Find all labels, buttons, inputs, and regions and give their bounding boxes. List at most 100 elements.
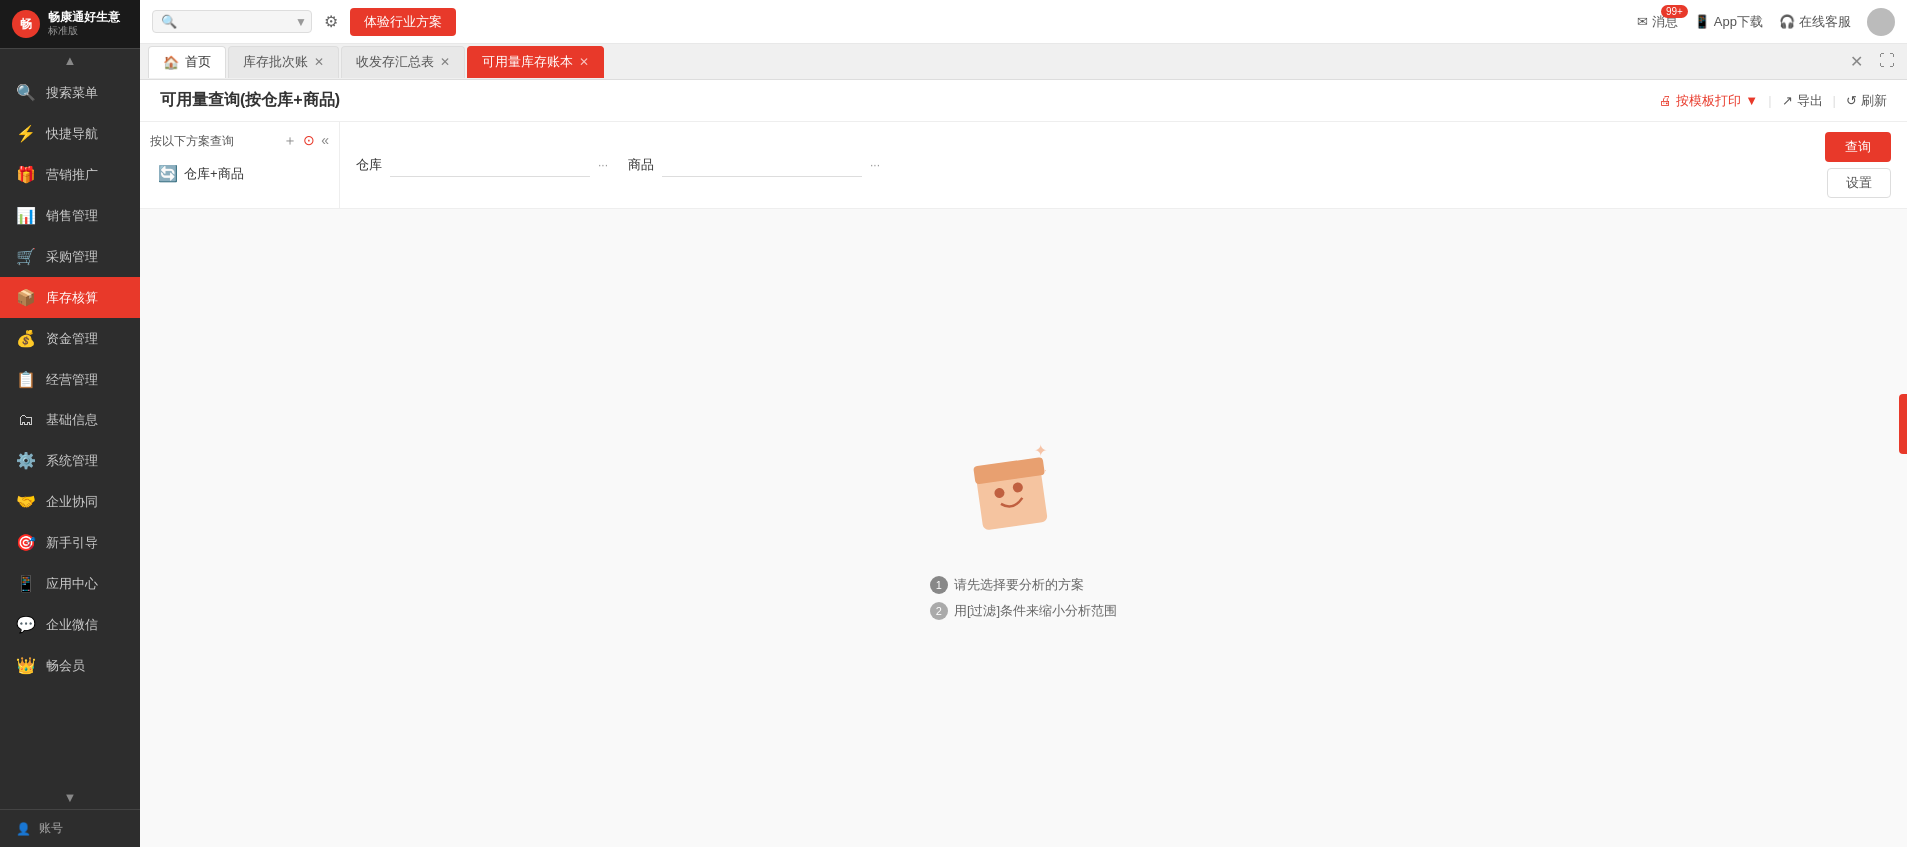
page-title: 可用量查询(按仓库+商品) xyxy=(160,90,340,111)
shortcut-icon: ⚡ xyxy=(16,124,36,143)
tab-available-stock[interactable]: 可用量库存账本 ✕ xyxy=(467,46,604,78)
sidebar-nav: 🔍搜索菜单 ⚡ 快捷导航 🎁 营销推广 📊销售管理 🛒 采购管理 📦库存核算💰资金管理 📋 经营管理… xyxy=(0,72,140,786)
sidebar-logo: 畅 xyxy=(12,10,40,38)
search-input[interactable] xyxy=(181,15,291,29)
onboarding-icon: 🎯 xyxy=(16,533,36,552)
sidebar-bottom-user[interactable]: 👤账号 xyxy=(0,809,140,847)
filter-warehouse: 仓库 ··· xyxy=(356,153,608,177)
right-scroll-handle[interactable] xyxy=(1899,394,1907,454)
sidebar-item-label: 新手引导 xyxy=(46,534,98,552)
sidebar-item-purchase[interactable]: 🛒 采购管理 xyxy=(0,236,140,277)
sidebar-item-membership[interactable]: 👑 畅会员 xyxy=(0,645,140,686)
sidebar-title-wrap: 畅康通好生意 标准版 xyxy=(48,10,120,38)
message-button[interactable]: ✉ 消息 99+ xyxy=(1637,13,1678,31)
enterprise-collab-icon: 🤝 xyxy=(16,492,36,511)
topbar-search-box[interactable]: 🔍 ▼ xyxy=(152,10,312,33)
sidebar-item-app-center[interactable]: 📱应用中心 xyxy=(0,563,140,604)
sidebar: 畅 畅康通好生意 标准版 ▲ 🔍搜索菜单 ⚡ 快捷导航 🎁 营销推广 📊销售管理 🛒 采购管理… xyxy=(0,0,140,847)
sidebar-item-inventory[interactable]: 📦库存核算 xyxy=(0,277,140,318)
sidebar-item-operations[interactable]: 📋 经营管理 xyxy=(0,359,140,400)
empty-hint-1: 1 请先选择要分析的方案 xyxy=(930,576,1117,594)
query-button[interactable]: 查询 xyxy=(1825,132,1891,162)
sidebar-item-label: 企业微信 xyxy=(46,616,98,634)
scheme-item-warehouse-goods[interactable]: 🔄 仓库+商品 xyxy=(150,158,329,189)
search-icon: 🔍 xyxy=(161,14,177,29)
print-template-button[interactable]: 🖨 按模板打印 ▼ xyxy=(1659,92,1758,110)
marketing-promo-icon: 🎁 xyxy=(16,165,36,184)
sidebar-item-marketing-promo[interactable]: 🎁 营销推广 xyxy=(0,154,140,195)
avatar[interactable] xyxy=(1867,8,1895,36)
fullscreen-icon[interactable]: ⛶ xyxy=(1875,48,1899,75)
filter-warehouse-input[interactable] xyxy=(390,153,590,177)
sidebar-item-label: 库存核算 xyxy=(46,289,98,307)
online-support-label: 在线客服 xyxy=(1799,13,1851,31)
tab-available-stock-close-icon[interactable]: ✕ xyxy=(579,55,589,69)
sidebar-item-basic-info[interactable]: 🗂基础信息 xyxy=(0,400,140,440)
sidebar-item-label: 企业协同 xyxy=(46,493,98,511)
tab-batch-account[interactable]: 库存批次账 ✕ xyxy=(228,46,339,78)
filter-warehouse-label: 仓库 xyxy=(356,156,382,174)
app-download-button[interactable]: 📱 App下载 xyxy=(1694,13,1763,31)
close-all-tabs-icon[interactable]: ✕ xyxy=(1846,48,1867,75)
collapse-scheme-icon[interactable]: « xyxy=(321,132,329,150)
sidebar-item-label: 畅会员 xyxy=(46,657,85,675)
tab-receipt-summary-close-icon[interactable]: ✕ xyxy=(440,55,450,69)
sidebar-item-sales[interactable]: 📊销售管理 xyxy=(0,195,140,236)
add-scheme-icon[interactable]: ＋ xyxy=(283,132,297,150)
query-buttons: 查询 设置 xyxy=(1809,122,1907,208)
empty-hint-2-text: 用[过滤]条件来缩小分析范围 xyxy=(954,602,1117,620)
sidebar-app-subtitle: 标准版 xyxy=(48,24,120,38)
schemes-actions: ＋ ⊙ « xyxy=(283,132,329,150)
purchase-icon: 🛒 xyxy=(16,247,36,266)
filter-goods-more-icon[interactable]: ··· xyxy=(870,158,880,172)
main-content: 🔍 ▼ ⚙ 体验行业方案 ✉ 消息 99+ 📱 App下载 🎧 在线客服 xyxy=(140,0,1907,847)
sidebar-item-label: 基础信息 xyxy=(46,411,98,429)
tab-home-label: 首页 xyxy=(185,53,211,71)
finance-icon: 💰 xyxy=(16,329,36,348)
tab-home[interactable]: 🏠 首页 xyxy=(148,46,226,78)
filter-warehouse-more-icon[interactable]: ··· xyxy=(598,158,608,172)
query-schemes-panel: 按以下方案查询 ＋ ⊙ « 🔄 仓库+商品 xyxy=(140,122,340,208)
refresh-button[interactable]: ↺ 刷新 xyxy=(1846,92,1887,110)
gear-icon[interactable]: ⚙ xyxy=(320,8,342,35)
settings-button[interactable]: 设置 xyxy=(1827,168,1891,198)
page-header-actions: 🖨 按模板打印 ▼ | ↗ 导出 | ↺ 刷新 xyxy=(1659,92,1887,110)
export-button[interactable]: ↗ 导出 xyxy=(1782,92,1823,110)
sidebar-item-shortcut[interactable]: ⚡ 快捷导航 xyxy=(0,113,140,154)
sidebar-item-enterprise-wechat[interactable]: 💬企业微信 xyxy=(0,604,140,645)
tabs-actions: ✕ ⛶ xyxy=(1846,48,1899,75)
tabs-bar: 🏠 首页 库存批次账 ✕ 收发存汇总表 ✕ 可用量库存账本 ✕ ✕ ⛶ xyxy=(140,44,1907,80)
divider-2: | xyxy=(1833,93,1836,108)
membership-icon: 👑 xyxy=(16,656,36,675)
industry-solution-button[interactable]: 体验行业方案 xyxy=(350,8,456,36)
sidebar-item-label: 快捷导航 xyxy=(46,125,98,143)
filter-goods-input[interactable] xyxy=(662,153,862,177)
print-label: 按模板打印 xyxy=(1676,92,1741,110)
settings-scheme-icon[interactable]: ⊙ xyxy=(303,132,315,150)
schemes-label: 按以下方案查询 xyxy=(150,133,234,150)
filter-goods: 商品 ··· xyxy=(628,153,880,177)
sidebar-item-enterprise-collab[interactable]: 🤝 企业协同 xyxy=(0,481,140,522)
tab-batch-account-close-icon[interactable]: ✕ xyxy=(314,55,324,69)
sidebar-item-label: 营销推广 xyxy=(46,166,98,184)
chevron-down-icon[interactable]: ▼ xyxy=(295,15,307,29)
tab-receipt-summary-label: 收发存汇总表 xyxy=(356,53,434,71)
empty-state: ✦ · 1 请先选择要分析的方案 2 用[过滤]条件来缩小分析范围 xyxy=(140,209,1907,847)
query-filters: 仓库 ··· 商品 ··· xyxy=(340,122,1809,208)
online-support-button[interactable]: 🎧 在线客服 xyxy=(1779,13,1851,31)
print-icon: 🖨 xyxy=(1659,93,1672,108)
sidebar-item-label: 采购管理 xyxy=(46,248,98,266)
sidebar-item-search[interactable]: 🔍搜索菜单 xyxy=(0,72,140,113)
empty-hints: 1 请先选择要分析的方案 2 用[过滤]条件来缩小分析范围 xyxy=(930,576,1117,620)
sidebar-item-onboarding[interactable]: 🎯 新手引导 xyxy=(0,522,140,563)
tab-available-stock-label: 可用量库存账本 xyxy=(482,53,573,71)
sidebar-item-system[interactable]: ⚙️系统管理 xyxy=(0,440,140,481)
print-dropdown-icon[interactable]: ▼ xyxy=(1745,93,1758,108)
sidebar-item-finance[interactable]: 💰资金管理 xyxy=(0,318,140,359)
sidebar-item-label: 搜索菜单 xyxy=(46,84,98,102)
sidebar-item-label: 经营管理 xyxy=(46,371,98,389)
sidebar-scroll-up[interactable]: ▲ xyxy=(0,49,140,72)
operations-icon: 📋 xyxy=(16,370,36,389)
tab-receipt-summary[interactable]: 收发存汇总表 ✕ xyxy=(341,46,465,78)
sidebar-scroll-down[interactable]: ▼ xyxy=(0,786,140,809)
